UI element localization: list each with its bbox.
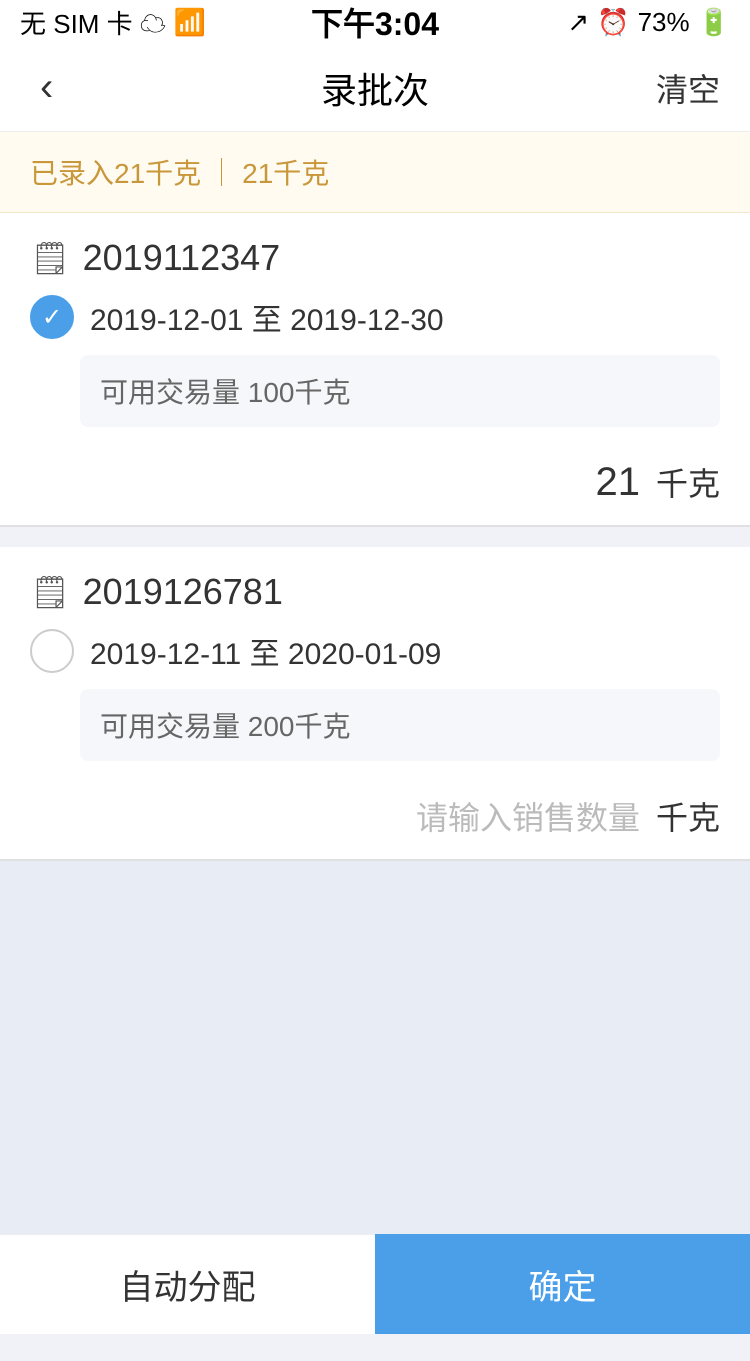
sim-label: 无 SIM 卡 ☁ [20, 4, 166, 41]
batch-1-checkbox[interactable]: ✓ [30, 295, 74, 339]
status-time: 下午3:04 [311, 0, 439, 45]
batch-2-qty-unit: 千克 [656, 793, 720, 839]
batch-2-date-range: 2019-12-11 至 2020-01-09 [90, 629, 441, 673]
batch-2-row: 2019-12-11 至 2020-01-09 [0, 621, 750, 681]
batch-1-date-range: 2019-12-01 至 2019-12-30 [90, 295, 444, 339]
status-right: ↗ ⏰ 73% 🔋 [567, 7, 730, 38]
summary-divider [221, 158, 222, 186]
summary-label: 已录入21千克 [30, 152, 201, 192]
batch-card-2: 🗒 2019126781 2019-12-11 至 2020-01-09 可用交… [0, 547, 750, 861]
batch-1-header: 🗒 2019112347 [0, 213, 750, 287]
wifi-icon: 📶 [174, 7, 206, 38]
batch-icon-1: 🗒 [30, 239, 71, 277]
batch-1-qty-value: 21 [595, 460, 640, 505]
batch-number-2: 2019126781 [83, 571, 283, 613]
back-button[interactable]: ‹ [30, 55, 63, 120]
batch-1-available-qty: 可用交易量 100千克 [80, 355, 720, 427]
content-area: 已录入21千克 21千克 🗒 2019112347 ✓ 2019-12-01 至… [0, 132, 750, 1361]
batch-number-1: 2019112347 [83, 237, 281, 279]
batch-icon-2: 🗒 [30, 573, 71, 611]
card-separator [0, 527, 750, 547]
batch-2-available-qty: 可用交易量 200千克 [80, 689, 720, 761]
bottom-empty-area [0, 861, 750, 1261]
clear-button[interactable]: 清空 [656, 65, 720, 111]
batch-1-row: ✓ 2019-12-01 至 2019-12-30 [0, 287, 750, 347]
page-title: 录批次 [321, 62, 429, 114]
check-icon-1: ✓ [42, 303, 62, 332]
batch-1-qty-row: 21 千克 [0, 443, 750, 527]
batch-1-qty-unit: 千克 [656, 459, 720, 505]
auto-distribute-button[interactable]: 自动分配 [0, 1234, 375, 1334]
nav-bar: ‹ 录批次 清空 [0, 44, 750, 132]
status-left: 无 SIM 卡 ☁ 📶 [20, 4, 206, 41]
batch-2-qty-input-row[interactable]: 请输入销售数量 千克 [0, 777, 750, 861]
batch-2-qty-placeholder: 请输入销售数量 [416, 793, 640, 839]
location-icon: ↗ [567, 7, 589, 38]
confirm-button[interactable]: 确定 [375, 1234, 750, 1334]
batch-card-1: 🗒 2019112347 ✓ 2019-12-01 至 2019-12-30 可… [0, 213, 750, 527]
summary-value: 21千克 [242, 152, 329, 192]
batch-2-header: 🗒 2019126781 [0, 547, 750, 621]
alarm-icon: ⏰ [597, 7, 629, 38]
summary-banner: 已录入21千克 21千克 [0, 132, 750, 213]
battery-label: 73% [638, 7, 690, 38]
status-bar: 无 SIM 卡 ☁ 📶 下午3:04 ↗ ⏰ 73% 🔋 [0, 0, 750, 44]
bottom-buttons: 自动分配 确定 [0, 1234, 750, 1334]
batch-2-checkbox[interactable] [30, 629, 74, 673]
battery-icon: 🔋 [698, 7, 730, 38]
